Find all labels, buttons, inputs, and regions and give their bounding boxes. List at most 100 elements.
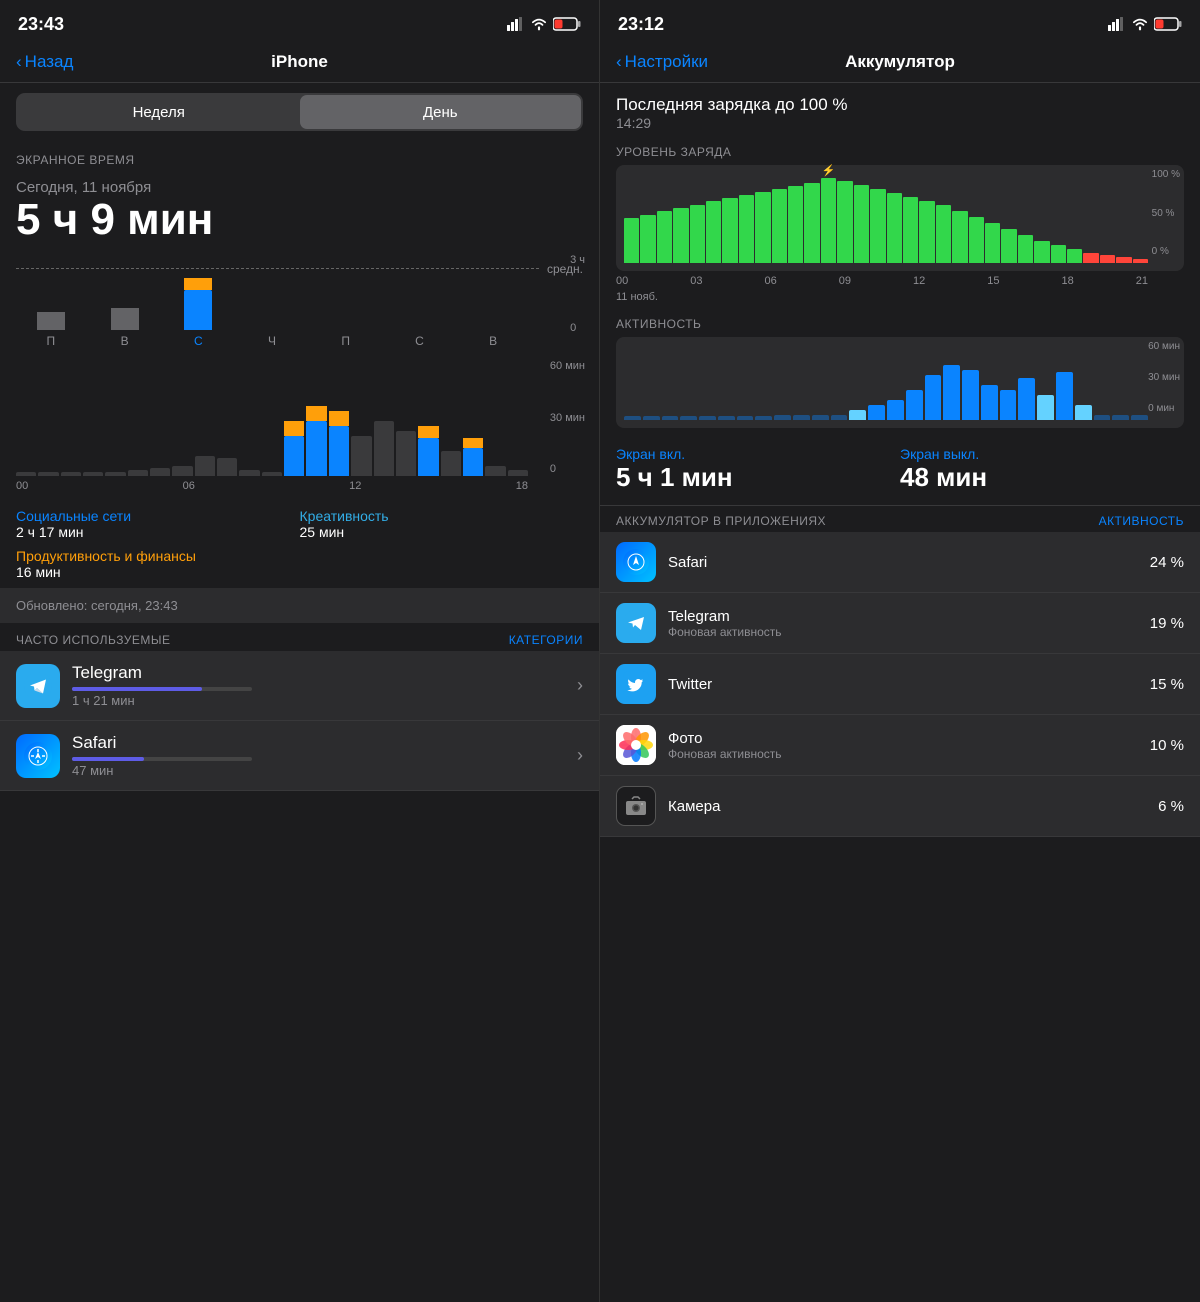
nav-bar-right: ‹ Настройки Аккумулятор [600,44,1200,83]
category-social: Социальные сети 2 ч 17 мин [16,508,300,540]
photos-batt-sub: Фоновая активность [668,747,1138,761]
twitter-batt-pct: 15 % [1150,676,1184,693]
back-button-right[interactable]: ‹ Настройки [616,52,708,72]
batt-y-50: 50 % [1152,208,1180,219]
act-y-60: 60 мин [1148,341,1180,352]
apps-battery-label: АККУМУЛЯТОР В ПРИЛОЖЕНИЯХ [616,514,826,528]
back-label-right: Настройки [625,52,708,72]
activity-link[interactable]: АКТИВНОСТЬ [1099,514,1184,528]
safari-batt-svg [623,549,649,575]
frequent-label: ЧАСТО ИСПОЛЬЗУЕМЫЕ [16,633,171,647]
safari-chevron: › [577,745,583,766]
cat-creativity-label: Креативность [300,508,584,524]
categories-link[interactable]: КАТЕГОРИИ [509,633,583,647]
cat-social-time: 2 ч 17 мин [16,524,300,540]
telegram-chevron: › [577,675,583,696]
back-button-left[interactable]: ‹ Назад [16,52,73,72]
batt-app-photos[interactable]: Фото Фоновая активность 10 % [600,715,1200,776]
segment-day[interactable]: День [300,95,582,129]
status-icons-left [507,17,581,31]
hour-label-12: 12 [349,480,361,492]
nav-bar-left: ‹ Назад iPhone [0,44,599,83]
batt-time-21: 21 [1136,275,1148,287]
battery-icon-left [553,17,581,31]
batt-time-15: 15 [987,275,999,287]
left-panel: 23:43 ‹ Назад iPhone [0,0,600,1302]
bar-day-sat: С [385,330,455,348]
batt-date: 11 нояб. [616,291,658,303]
hour-label-06: 06 [183,480,195,492]
back-chevron-left: ‹ [16,52,22,72]
hour-label-00: 00 [16,480,28,492]
right-panel: 23:12 ‹ Настройки Акку [600,0,1200,1302]
bar-day-tue: В [90,308,160,348]
photos-batt-name: Фото [668,730,1138,747]
app-item-safari[interactable]: Safari 47 мин › [0,721,599,791]
twitter-batt-svg [623,671,649,697]
last-charge-section: Последняя зарядка до 100 % 14:29 [600,83,1200,139]
wifi-icon [530,17,548,31]
safari-app-icon [16,734,60,778]
photos-batt-svg [616,725,656,765]
batt-y-100: 100 % [1152,169,1180,180]
batt-app-camera[interactable]: Камера 6 % [600,776,1200,837]
page-title-left: iPhone [271,52,328,72]
screen-on-stat: Экран вкл. 5 ч 1 мин [616,446,900,493]
twitter-batt-name: Twitter [668,676,1138,693]
safari-batt-icon [616,542,656,582]
hourly-chart-area: 00 06 12 18 60 мин 30 мин 0 [0,356,599,500]
bar-day-fri: П [311,330,381,348]
y-label-3h: 3 ч [570,254,585,266]
signal-icon-right [1108,17,1126,31]
bar-day-mon: П [16,312,86,348]
cat-social-label: Социальные сети [16,508,300,524]
telegram-bar [72,687,252,691]
telegram-batt-svg [623,610,649,636]
safari-batt-info: Safari [668,554,1138,571]
camera-batt-info: Камера [668,798,1146,815]
safari-app-info: Safari 47 мин [72,733,565,778]
segment-week[interactable]: Неделя [18,95,300,129]
photos-batt-icon [616,725,656,765]
telegram-app-info: Telegram 1 ч 21 мин [72,663,565,708]
camera-batt-pct: 6 % [1158,798,1184,815]
safari-batt-name: Safari [668,554,1138,571]
activity-chart-section: АКТИВНОСТЬ [600,311,1200,434]
screen-stats: Экран вкл. 5 ч 1 мин Экран выкл. 48 мин [600,434,1200,505]
cat-productivity-time: 16 мин [16,564,583,580]
batt-app-safari[interactable]: Safari 24 % [600,532,1200,593]
categories-section: Социальные сети 2 ч 17 мин Креативность … [0,500,599,548]
act-y-30: 30 мин [1148,372,1180,383]
camera-batt-svg [623,793,649,819]
batt-app-twitter[interactable]: Twitter 15 % [600,654,1200,715]
back-label-left: Назад [25,52,74,72]
page-title-right: Аккумулятор [845,52,955,72]
y-60min: 60 мин [550,360,585,372]
batt-time-03: 03 [690,275,702,287]
batt-time-09: 09 [839,275,851,287]
status-time-left: 23:43 [18,14,64,35]
batt-app-telegram[interactable]: Telegram Фоновая активность 19 % [600,593,1200,654]
activity-section-label: АКТИВНОСТЬ [616,317,1184,331]
screen-on-value: 5 ч 1 мин [616,462,900,493]
batt-time-18: 18 [1062,275,1074,287]
camera-batt-name: Камера [668,798,1146,815]
category-creativity: Креативность 25 мин [300,508,584,540]
batt-time-12: 12 [913,275,925,287]
battery-icon-right [1154,17,1182,31]
telegram-batt-sub: Фоновая активность [668,625,1138,639]
category-productivity-section: Продуктивность и финансы 16 мин [0,548,599,588]
screen-off-stat: Экран выкл. 48 мин [900,446,1184,493]
app-item-telegram[interactable]: Telegram 1 ч 21 мин › [0,651,599,721]
safari-batt-pct: 24 % [1150,554,1184,571]
photos-batt-info: Фото Фоновая активность [668,730,1138,761]
cat-productivity-label: Продуктивность и финансы [16,548,583,564]
screen-off-value: 48 мин [900,462,1184,493]
camera-batt-icon [616,786,656,826]
telegram-batt-icon [616,603,656,643]
apps-battery-header: АККУМУЛЯТОР В ПРИЛОЖЕНИЯХ АКТИВНОСТЬ [600,506,1200,532]
signal-icon [507,17,525,31]
battery-chart-section: УРОВЕНЬ ЗАРЯДА ⚡ [600,139,1200,311]
status-time-right: 23:12 [618,14,664,35]
batt-y-0: 0 % [1152,246,1180,257]
